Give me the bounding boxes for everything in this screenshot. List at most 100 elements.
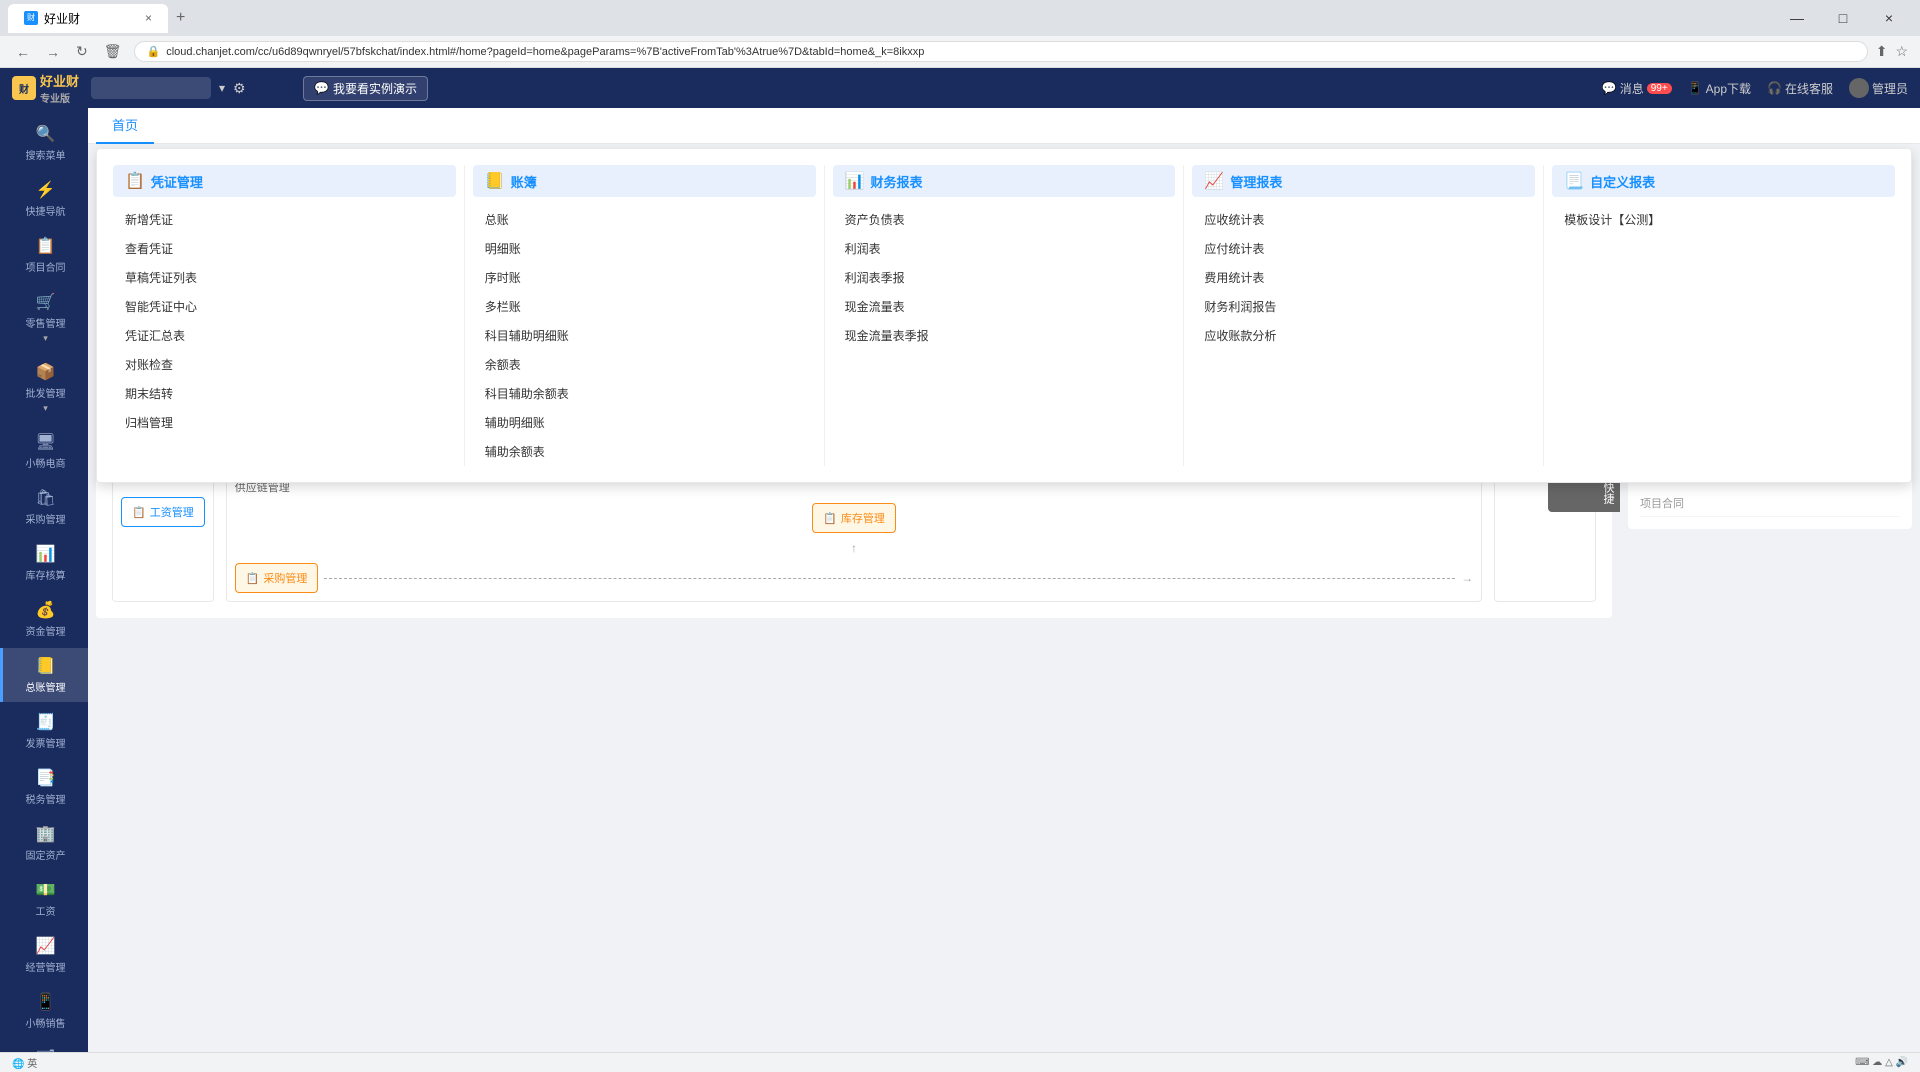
header-search-input[interactable] [91, 77, 211, 99]
user-btn[interactable]: 管理员 [1849, 78, 1908, 98]
sidebar-item-basic-info[interactable]: 🗂 基础信息 [0, 1040, 88, 1052]
menu-item-receivable-analysis[interactable]: 应收账款分析 [1192, 321, 1535, 350]
menu-item-template-design[interactable]: 模板设计【公测】 [1552, 205, 1895, 234]
maximize-btn[interactable]: □ [1820, 0, 1866, 36]
basic-info-icon: 🗂 [35, 1048, 55, 1052]
menu-item-subject-balance[interactable]: 科目辅助余额表 [473, 379, 816, 408]
sidebar-item-salary[interactable]: 💵 工资 [0, 872, 88, 926]
header-dropdown-arrow[interactable]: ▾ [219, 81, 225, 95]
tab-title: 好业财 [44, 10, 80, 27]
dropdown-menu: 📋 凭证管理 新增凭证 查看凭证 草稿凭证列表 智能凭证中心 凭证汇总表 对账检… [88, 144, 1920, 487]
menu-item-period-end[interactable]: 期末结转 [113, 379, 456, 408]
voucher-header: 📋 凭证管理 [113, 165, 456, 197]
header-settings-icon[interactable]: ⚙ [233, 80, 246, 97]
menu-item-aux-detail[interactable]: 辅助明细账 [473, 408, 816, 437]
lock-icon: 🔒 [147, 45, 161, 58]
minimize-btn[interactable]: — [1774, 0, 1820, 36]
address-bar-row: ← → ↻ 🗑 🔒 cloud.chanjet.com/cc/u6d89qwnr… [0, 36, 1920, 68]
menu-item-subject-detail[interactable]: 科目辅助明细账 [473, 321, 816, 350]
todo-item-1[interactable]: 项目合同 [1640, 490, 1900, 517]
purchase-flow-icon: 📋 [246, 572, 260, 585]
app-download-btn[interactable]: 📱 App下载 [1688, 80, 1751, 97]
menu-item-multi-column[interactable]: 多栏账 [473, 292, 816, 321]
flow-up-arrow: ↑ [235, 541, 1474, 555]
flow-node-salary[interactable]: 📋 工资管理 [121, 497, 205, 527]
sidebar-item-inventory[interactable]: 📊 库存核算 [0, 536, 88, 590]
menu-section-mgmt: 📈 管理报表 应收统计表 应付统计表 费用统计表 财务利润报告 应收账款分析 [1192, 165, 1535, 466]
menu-item-new-voucher[interactable]: 新增凭证 [113, 205, 456, 234]
menu-item-detail-account[interactable]: 明细账 [473, 234, 816, 263]
flow-node-inventory[interactable]: 📋 库存管理 [812, 503, 896, 533]
close-btn[interactable]: × [1866, 0, 1912, 36]
fixed-assets-label: 固定资产 [26, 847, 66, 862]
browser-chrome: 财 好业财 × + — □ × [0, 0, 1920, 36]
menu-item-draft-voucher[interactable]: 草稿凭证列表 [113, 263, 456, 292]
inventory-flow-icon: 📋 [823, 512, 837, 525]
menu-item-reconcile[interactable]: 对账检查 [113, 350, 456, 379]
sidebar-item-project[interactable]: 📋 项目合同 [0, 228, 88, 282]
back-btn[interactable]: ← [12, 40, 34, 64]
sidebar-item-wholesale[interactable]: 📦 批发管理 ▾ [0, 354, 88, 422]
content-area: 首页 📋 凭证管理 新增凭证 查看凭证 草稿凭证列表 智能凭证中心 [88, 108, 1920, 1052]
voucher-title: 凭证管理 [151, 172, 203, 191]
menu-item-archive[interactable]: 归档管理 [113, 408, 456, 437]
download-icon: 📱 [1688, 81, 1703, 95]
menu-item-payable[interactable]: 应付统计表 [1192, 234, 1535, 263]
capital-label: 资金管理 [26, 623, 66, 638]
message-btn[interactable]: 💬 消息 99+ [1602, 80, 1672, 97]
menu-item-view-voucher[interactable]: 查看凭证 [113, 234, 456, 263]
live-demo-btn[interactable]: 💬 我要看实例演示 [303, 76, 428, 101]
sidebar-item-purchase[interactable]: 🛍 采购管理 [0, 480, 88, 534]
tax-icon: 📑 [36, 768, 56, 788]
menu-item-balance-table[interactable]: 余额表 [473, 350, 816, 379]
sidebar-item-sales[interactable]: 📱 小畅销售 [0, 984, 88, 1038]
menu-item-profit-report[interactable]: 财务利润报告 [1192, 292, 1535, 321]
mgmt-icon: 📈 [1204, 171, 1224, 191]
sidebar-item-search[interactable]: 🔍 搜索菜单 [0, 116, 88, 170]
speech-bubble-icon: 💬 [314, 81, 329, 95]
sidebar-item-tax[interactable]: 📑 税务管理 [0, 760, 88, 814]
sidebar-item-operations[interactable]: 📈 经营管理 [0, 928, 88, 982]
sidebar-item-capital[interactable]: 💰 资金管理 [0, 592, 88, 646]
sidebar-item-quick-nav[interactable]: ⚡ 快捷导航 [0, 172, 88, 226]
sidebar-item-retail[interactable]: 🛒 零售管理 ▾ [0, 284, 88, 352]
flow-node-purchase[interactable]: 📋 采购管理 [235, 563, 319, 593]
address-bar[interactable]: 🔒 cloud.chanjet.com/cc/u6d89qwnryel/57bf… [134, 41, 1868, 62]
menu-item-smart-voucher[interactable]: 智能凭证中心 [113, 292, 456, 321]
delete-btn[interactable]: 🗑 [100, 39, 126, 64]
menu-item-profit-statement[interactable]: 利润表 [833, 234, 1176, 263]
online-service-btn[interactable]: 🎧 在线客服 [1767, 80, 1833, 97]
tab-close-btn[interactable]: × [145, 11, 152, 25]
invoice-label: 发票管理 [26, 735, 66, 750]
sidebar-item-general-ledger[interactable]: 📒 总账管理 [0, 648, 88, 702]
menu-item-expense[interactable]: 费用统计表 [1192, 263, 1535, 292]
menu-item-receivable[interactable]: 应收统计表 [1192, 205, 1535, 234]
statusbar-icons: ⌨ ☁ △ 🔊 [1855, 1057, 1908, 1068]
menu-item-cashflow-quarterly[interactable]: 现金流量表季报 [833, 321, 1176, 350]
retail-label: 零售管理 [26, 315, 66, 330]
sidebar-item-invoice[interactable]: 🧾 发票管理 [0, 704, 88, 758]
menu-section-ledger: 📒 账簿 总账 明细账 序时账 多栏账 科目辅助明细账 余额表 科目辅助余额表 … [473, 165, 816, 466]
sidebar-item-fixed-assets[interactable]: 🏢 固定资产 [0, 816, 88, 870]
forward-btn[interactable]: → [42, 40, 64, 64]
menu-item-aux-balance[interactable]: 辅助余额表 [473, 437, 816, 466]
refresh-btn[interactable]: ↻ [72, 39, 92, 64]
share-icon[interactable]: ⬆ [1876, 43, 1888, 60]
todo-module-1: 项目合同 [1640, 495, 1684, 511]
new-tab-btn[interactable]: + [172, 5, 189, 31]
bookmark-icon[interactable]: ☆ [1895, 43, 1908, 60]
sidebar-item-ecommerce[interactable]: 🖥 小畅电商 [0, 424, 88, 478]
menu-item-balance-sheet[interactable]: 资产负债表 [833, 205, 1176, 234]
ecommerce-icon: 🖥 [35, 432, 55, 452]
statusbar-flags: 🌐 英 [12, 1055, 37, 1070]
home-tab[interactable]: 首页 [96, 108, 154, 144]
purchase-label: 采购管理 [26, 511, 66, 526]
menu-item-cashflow[interactable]: 现金流量表 [833, 292, 1176, 321]
menu-item-profit-quarterly[interactable]: 利润表季报 [833, 263, 1176, 292]
flow-purchase-row: 📋 采购管理 → [235, 563, 1474, 593]
voucher-icon: 📋 [125, 171, 145, 191]
browser-tab[interactable]: 财 好业财 × [8, 4, 168, 33]
menu-item-general-account[interactable]: 总账 [473, 205, 816, 234]
menu-item-sequence-account[interactable]: 序时账 [473, 263, 816, 292]
menu-item-voucher-summary[interactable]: 凭证汇总表 [113, 321, 456, 350]
